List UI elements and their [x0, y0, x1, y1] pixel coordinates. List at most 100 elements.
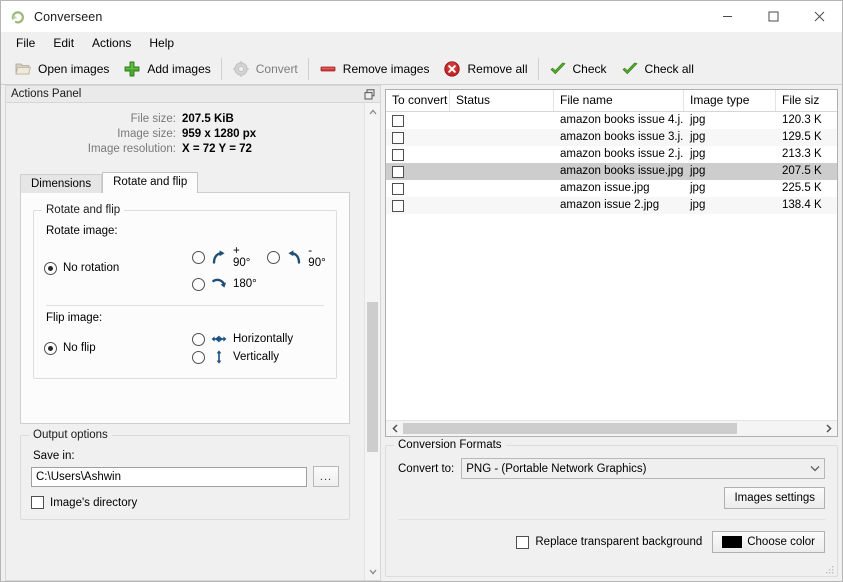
- chevron-right-icon[interactable]: [820, 421, 837, 436]
- row-checkbox[interactable]: [392, 131, 404, 144]
- file-info-block: File size: 207.5 KiB Image size: 959 x 1…: [6, 103, 364, 162]
- radio-flip-horizontally-label: Horizontally: [233, 333, 294, 345]
- row-checkbox-cell[interactable]: [386, 114, 450, 127]
- radio-rotate-plus-90[interactable]: + 90°: [192, 245, 253, 269]
- row-checkbox[interactable]: [392, 114, 404, 127]
- actions-panel: Actions Panel File size: 207.5 KiB Image…: [1, 85, 381, 581]
- table-row[interactable]: amazon issue 2.jpg jpg 138.4 K: [386, 197, 837, 214]
- column-header-file-size[interactable]: File siz: [776, 90, 837, 111]
- radio-indicator: [192, 332, 205, 346]
- rotate-and-flip-group: Rotate and flip Rotate image: No rotatio…: [33, 204, 337, 379]
- column-header-status[interactable]: Status: [450, 90, 554, 111]
- remove-all-label: Remove all: [467, 62, 528, 76]
- tab-rotate-and-flip[interactable]: Rotate and flip: [102, 172, 199, 193]
- resize-grip-icon: [825, 564, 835, 574]
- rotate-180-icon: [211, 277, 227, 291]
- hscrollbar-thumb[interactable]: [403, 423, 737, 434]
- menu-actions[interactable]: Actions: [83, 33, 140, 53]
- tab-dimensions[interactable]: Dimensions: [20, 174, 103, 193]
- table-row[interactable]: amazon books issue 3.j... jpg 129.5 K: [386, 129, 837, 146]
- converseen-icon: [10, 9, 26, 25]
- flip-horizontal-icon: [211, 332, 227, 346]
- file-list-horizontal-scrollbar[interactable]: [386, 420, 837, 436]
- table-row[interactable]: amazon books issue 2.j... jpg 213.3 K: [386, 146, 837, 163]
- row-checkbox[interactable]: [392, 182, 404, 195]
- image-directory-label: Image's directory: [50, 496, 138, 509]
- row-checkbox-cell[interactable]: [386, 182, 450, 195]
- radio-rotate-180-label: 180°: [233, 278, 257, 290]
- row-checkbox-cell[interactable]: [386, 148, 450, 161]
- radio-indicator: [192, 277, 205, 291]
- radio-no-rotation[interactable]: No rotation: [44, 261, 192, 275]
- green-check-icon: [621, 60, 639, 78]
- column-header-file-name[interactable]: File name: [554, 90, 684, 111]
- tab-panel-rotate-and-flip: Rotate and flip Rotate image: No rotatio…: [20, 192, 350, 424]
- remove-images-label: Remove images: [342, 62, 430, 76]
- row-image-type: jpg: [690, 199, 706, 211]
- browse-button[interactable]: ...: [313, 466, 339, 487]
- menu-file[interactable]: File: [7, 33, 44, 53]
- radio-no-flip[interactable]: No flip: [44, 341, 192, 355]
- replace-transparent-checkbox-row[interactable]: Replace transparent background: [516, 535, 702, 549]
- chevron-down-icon[interactable]: [365, 563, 380, 580]
- remove-images-button[interactable]: Remove images: [312, 56, 437, 82]
- radio-rotate-180[interactable]: 180°: [192, 277, 257, 291]
- row-checkbox[interactable]: [392, 148, 404, 161]
- chevron-left-icon[interactable]: [386, 421, 403, 436]
- actions-tabs: Dimensions Rotate and flip: [20, 172, 364, 193]
- file-info-row: File size: 207.5 KiB: [6, 113, 364, 125]
- convert-button[interactable]: Convert: [225, 56, 305, 82]
- add-images-label: Add images: [147, 62, 211, 76]
- actions-panel-scrollbar[interactable]: [364, 103, 380, 580]
- radio-indicator: [192, 250, 205, 264]
- radio-flip-vertically[interactable]: Vertically: [192, 350, 326, 364]
- radio-rotate-minus-90[interactable]: - 90°: [267, 245, 326, 269]
- output-options-title: Output options: [29, 429, 112, 441]
- remove-all-button[interactable]: Remove all: [436, 56, 534, 82]
- check-button[interactable]: Check: [542, 56, 614, 82]
- table-row[interactable]: amazon books issue 4.j... jpg 120.3 K: [386, 112, 837, 129]
- right-pane: To convert Status File name Image type F…: [381, 85, 842, 581]
- minimize-icon[interactable]: [704, 1, 750, 32]
- radio-indicator: [44, 341, 57, 355]
- row-checkbox[interactable]: [392, 199, 404, 212]
- conversion-divider: [398, 519, 825, 520]
- maximize-icon[interactable]: [750, 1, 796, 32]
- scrollbar-thumb[interactable]: [367, 301, 378, 453]
- images-settings-button[interactable]: Images settings: [724, 487, 825, 509]
- radio-rotate-minus-90-label: - 90°: [308, 245, 326, 269]
- chevron-up-icon[interactable]: [365, 103, 380, 120]
- save-in-input[interactable]: C:\Users\Ashwin: [31, 466, 307, 487]
- row-file-name: amazon issue.jpg: [560, 182, 650, 194]
- table-row[interactable]: amazon issue.jpg jpg 225.5 K: [386, 180, 837, 197]
- close-icon[interactable]: [796, 1, 842, 32]
- actions-panel-title: Actions Panel: [11, 88, 82, 100]
- convert-to-select[interactable]: PNG - (Portable Network Graphics): [461, 458, 825, 479]
- row-checkbox-cell[interactable]: [386, 165, 450, 178]
- menu-help[interactable]: Help: [140, 33, 183, 53]
- add-images-button[interactable]: Add images: [116, 56, 217, 82]
- menu-edit[interactable]: Edit: [44, 33, 83, 53]
- choose-color-button[interactable]: Choose color: [712, 531, 825, 553]
- row-checkbox-cell[interactable]: [386, 131, 450, 144]
- column-header-image-type[interactable]: Image type: [684, 90, 776, 111]
- image-directory-checkbox-row[interactable]: Image's directory: [31, 496, 339, 509]
- toolbar-separator-1: [220, 58, 222, 80]
- float-window-icon[interactable]: [362, 88, 376, 101]
- row-checkbox[interactable]: [392, 165, 404, 178]
- radio-no-rotation-label: No rotation: [63, 262, 120, 274]
- row-checkbox-cell[interactable]: [386, 199, 450, 212]
- scrollbar-track[interactable]: [365, 120, 380, 563]
- radio-flip-horizontally[interactable]: Horizontally: [192, 332, 326, 346]
- row-file-size: 129.5 K: [782, 131, 822, 143]
- column-header-to-convert[interactable]: To convert: [386, 90, 450, 111]
- hscrollbar-track[interactable]: [403, 422, 820, 435]
- radio-indicator: [44, 261, 57, 275]
- checkbox-indicator: [31, 496, 44, 509]
- check-all-button[interactable]: Check all: [614, 56, 701, 82]
- image-resolution-value: X = 72 Y = 72: [182, 143, 252, 155]
- row-image-type: jpg: [690, 114, 706, 126]
- open-images-button[interactable]: Open images: [7, 56, 116, 82]
- table-row-selected[interactable]: amazon books issue.jpg jpg 207.5 K: [386, 163, 837, 180]
- flip-no-flip-cell: No flip: [44, 338, 192, 359]
